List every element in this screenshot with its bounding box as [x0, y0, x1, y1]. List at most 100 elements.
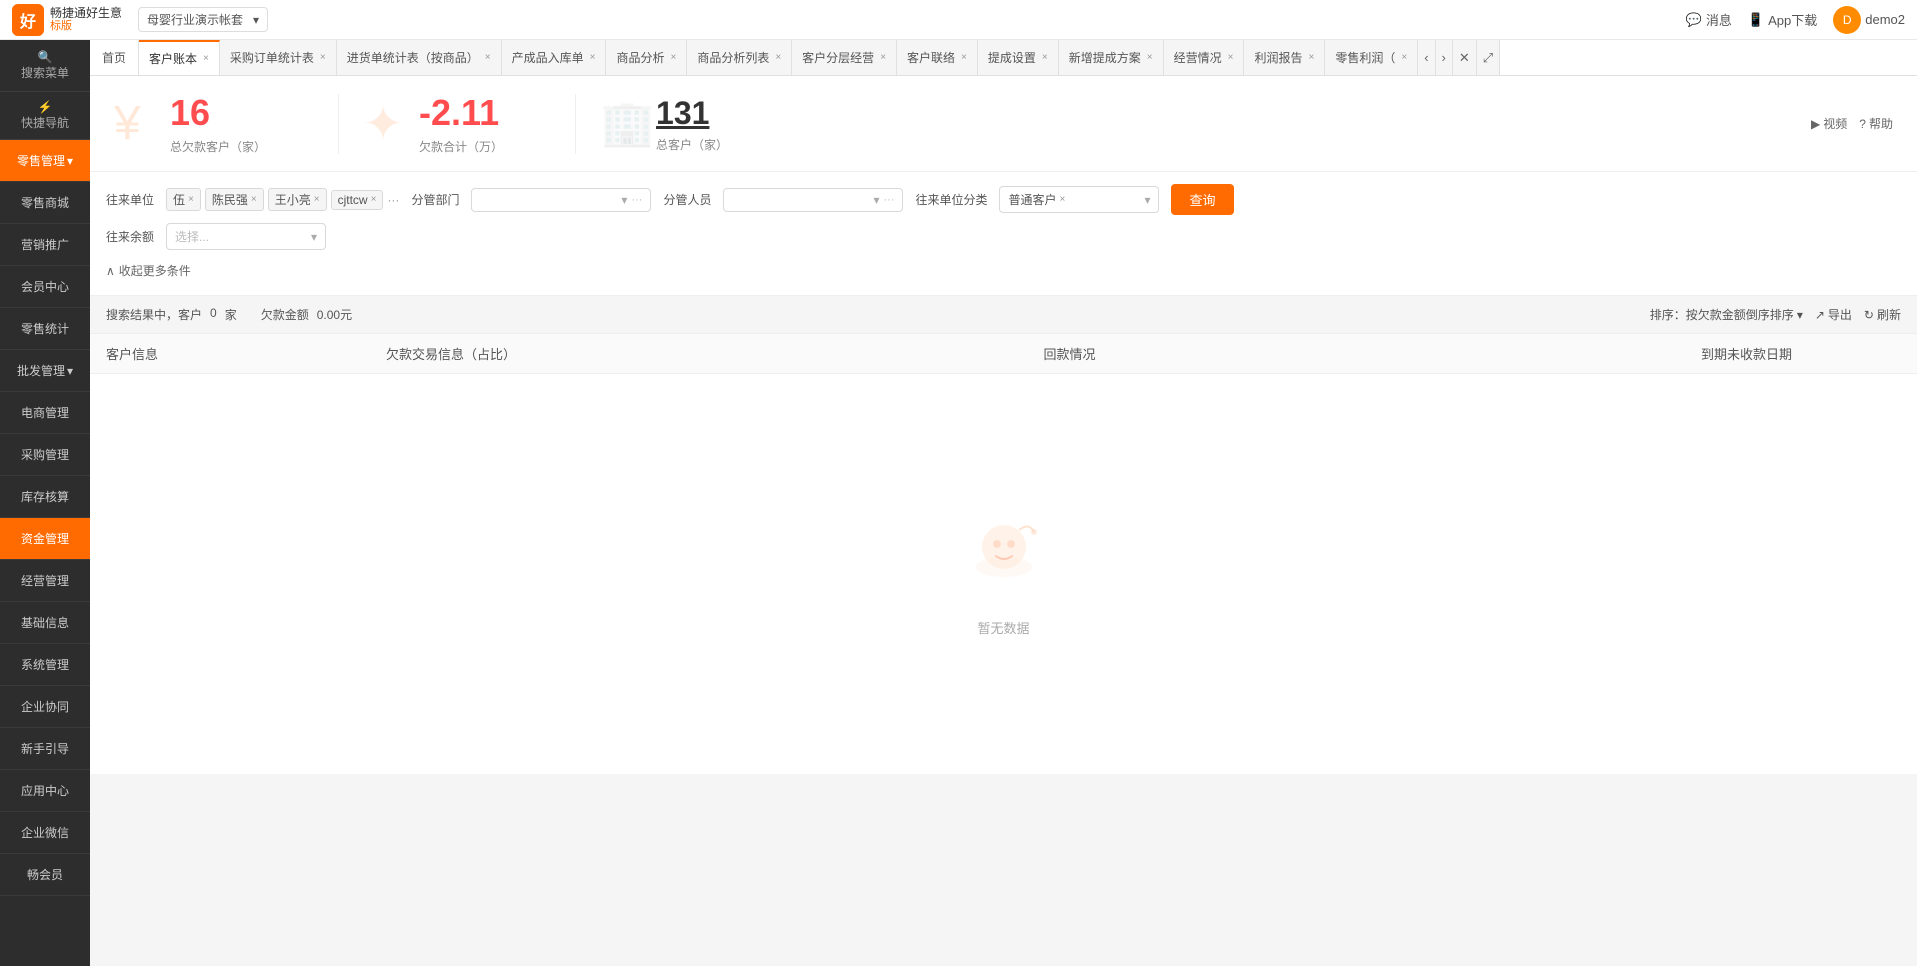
remove-tag-cjttcw[interactable]: ×	[371, 194, 377, 205]
tab-nav-close-all[interactable]: ✕	[1453, 40, 1477, 76]
tab-product-stock[interactable]: 产成品入库单 ×	[502, 40, 607, 76]
tab-close-propose-settings[interactable]: ×	[1042, 52, 1048, 63]
tab-close-purchase-stats[interactable]: ×	[320, 52, 326, 63]
tab-close-customer-segment[interactable]: ×	[880, 52, 886, 63]
tab-purchase-goods-stats[interactable]: 进货单统计表（按商品） ×	[337, 40, 502, 76]
tab-close-profit-report[interactable]: ×	[1308, 52, 1314, 63]
filter-tag-wang: 王小亮 ×	[268, 188, 327, 211]
col-repayment: 回款情况	[1044, 344, 1702, 363]
message-icon: 💬	[1686, 12, 1702, 28]
app-download-button[interactable]: 📱 App下载	[1748, 10, 1817, 29]
sidebar-item-system-mgmt[interactable]: 系统管理	[0, 644, 90, 686]
balance-select[interactable]: 选择... ▾	[166, 223, 326, 250]
sidebar-item-enterprise-coop[interactable]: 企业协同	[0, 686, 90, 728]
filter-more-tags[interactable]: ···	[387, 193, 399, 207]
sidebar-item-app-center[interactable]: 应用中心	[0, 770, 90, 812]
sidebar: 🔍 搜索菜单 ⚡ 快捷导航 零售管理 ▾ 零售商城 营销推广 会员中心	[0, 40, 90, 966]
refresh-icon: ↻	[1864, 308, 1874, 322]
sidebar-item-operation-mgmt[interactable]: 经营管理	[0, 560, 90, 602]
tab-goods-analysis[interactable]: 商品分析 ×	[606, 40, 687, 76]
customers-debt-count: 16	[170, 92, 266, 134]
sidebar-search[interactable]: 🔍 搜索菜单	[0, 40, 90, 92]
person-select[interactable]: ▾ ···	[723, 188, 903, 212]
sort-arrow-icon: ▾	[1797, 308, 1803, 322]
logo-icon: 好	[12, 4, 44, 36]
top-bar-actions: 💬 消息 📱 App下载 D demo2	[1686, 6, 1905, 34]
tab-customer-segment[interactable]: 客户分层经营 ×	[792, 40, 897, 76]
sidebar-item-purchase-mgmt[interactable]: 采购管理	[0, 434, 90, 476]
empty-state: 暂无数据	[964, 452, 1044, 697]
account-selector[interactable]: 母婴行业演示帐套 ▾	[138, 7, 268, 32]
sidebar-item-retail-mall[interactable]: 零售商城	[0, 182, 90, 224]
tab-new-propose[interactable]: 新增提成方案 ×	[1059, 40, 1164, 76]
tab-close-customer-book[interactable]: ×	[203, 53, 209, 64]
chevron-up-icon: ∧	[106, 264, 115, 278]
sidebar-item-basic-info[interactable]: 基础信息	[0, 602, 90, 644]
stat-block-debt-amount: ✦ -2.11 欠款合计（万）	[363, 92, 551, 155]
remove-tag-wang[interactable]: ×	[314, 194, 320, 205]
tab-propose-settings[interactable]: 提成设置 ×	[978, 40, 1059, 76]
tab-nav-expand[interactable]: ⤢	[1477, 40, 1500, 76]
col-customer: 客户信息	[106, 344, 386, 363]
sidebar-item-ecommerce[interactable]: 电商管理	[0, 392, 90, 434]
tab-goods-analysis-list[interactable]: 商品分析列表 ×	[687, 40, 792, 76]
sidebar-item-new-guide[interactable]: 新手引导	[0, 728, 90, 770]
tab-operation-status[interactable]: 经营情况 ×	[1164, 40, 1245, 76]
tab-close-operation-status[interactable]: ×	[1228, 52, 1234, 63]
tab-customer-contact[interactable]: 客户联络 ×	[897, 40, 978, 76]
sidebar-item-retail-stats[interactable]: 零售统计	[0, 308, 90, 350]
col-due-date: 到期未收款日期	[1701, 344, 1901, 363]
sidebar-item-retail-mgmt[interactable]: 零售管理 ▾	[0, 140, 90, 182]
unit-type-tag: 普通客户 ×	[1008, 191, 1065, 208]
sidebar-item-enterprise-wechat[interactable]: 企业微信	[0, 812, 90, 854]
tab-close-goods-analysis[interactable]: ×	[670, 52, 676, 63]
sidebar-item-member-vip[interactable]: 畅会员	[0, 854, 90, 896]
tab-nav-prev[interactable]: ‹	[1418, 40, 1435, 76]
sidebar-item-capital-mgmt[interactable]: 资金管理	[0, 518, 90, 560]
tab-purchase-stats[interactable]: 采购订单统计表 ×	[220, 40, 337, 76]
dept-select[interactable]: ▾ ···	[471, 188, 651, 212]
help-icon: ?	[1859, 117, 1866, 131]
remove-tag-chen[interactable]: ×	[251, 194, 257, 205]
balance-filter-label: 往来余额	[106, 228, 154, 245]
sidebar-quick-nav[interactable]: ⚡ 快捷导航	[0, 92, 90, 140]
refresh-button[interactable]: ↻ 刷新	[1864, 306, 1901, 323]
sort-select[interactable]: 排序：按欠款金额倒序排序 ▾	[1650, 306, 1803, 323]
person-filter-label: 分管人员	[663, 191, 711, 208]
tab-profit-report[interactable]: 利润报告 ×	[1244, 40, 1325, 76]
tab-home[interactable]: 首页	[90, 40, 139, 76]
remove-tag-wu[interactable]: ×	[188, 194, 194, 205]
divider2	[575, 94, 576, 154]
tab-close-purchase-goods-stats[interactable]: ×	[485, 52, 491, 63]
help-button[interactable]: ? 帮助	[1859, 115, 1893, 132]
debt-amount-label: 欠款合计（万）	[419, 138, 503, 155]
sidebar-item-marketing[interactable]: 营销推广	[0, 224, 90, 266]
results-info: 搜索结果中，客户 0 家 欠款金额 0.00元	[106, 306, 352, 323]
tab-close-goods-analysis-list[interactable]: ×	[775, 52, 781, 63]
tab-customer-book[interactable]: 客户账本 ×	[139, 40, 220, 76]
sidebar-item-inventory[interactable]: 库存核算	[0, 476, 90, 518]
tab-retail-profit[interactable]: 零售利润（ ×	[1325, 40, 1418, 76]
tab-close-product-stock[interactable]: ×	[590, 52, 596, 63]
tab-close-new-propose[interactable]: ×	[1147, 52, 1153, 63]
sidebar-item-batch-mgmt[interactable]: 批发管理 ▾	[0, 350, 90, 392]
total-customers-value: 131	[656, 95, 728, 132]
remove-unit-type-tag[interactable]: ×	[1060, 194, 1066, 205]
export-button[interactable]: ↗ 导出	[1815, 306, 1852, 323]
message-button[interactable]: 💬 消息	[1686, 10, 1732, 29]
balance-select-arrow: ▾	[311, 230, 317, 244]
tab-close-retail-profit[interactable]: ×	[1401, 52, 1407, 63]
video-button[interactable]: ▶ 视频	[1811, 115, 1847, 132]
stats-header: ¥ 16 总欠款客户（家） ✦ -2.11 欠款合计（万）	[90, 76, 1917, 172]
collapse-button[interactable]: ∧ 收起更多条件	[106, 258, 1901, 283]
sidebar-item-member-center[interactable]: 会员中心	[0, 266, 90, 308]
filter-row-2: 往来余额 选择... ▾	[106, 223, 1901, 250]
page-content: ¥ 16 总欠款客户（家） ✦ -2.11 欠款合计（万）	[90, 76, 1917, 966]
dept-select-arrow: ▾	[621, 193, 627, 207]
unit-type-select[interactable]: 普通客户 × ▾	[999, 186, 1159, 213]
query-button[interactable]: 查询	[1171, 184, 1233, 215]
tab-close-customer-contact[interactable]: ×	[961, 52, 967, 63]
tab-nav-next[interactable]: ›	[1436, 40, 1453, 76]
user-menu[interactable]: D demo2	[1833, 6, 1905, 34]
logo-text: 畅捷通好生意 标版	[50, 6, 122, 34]
